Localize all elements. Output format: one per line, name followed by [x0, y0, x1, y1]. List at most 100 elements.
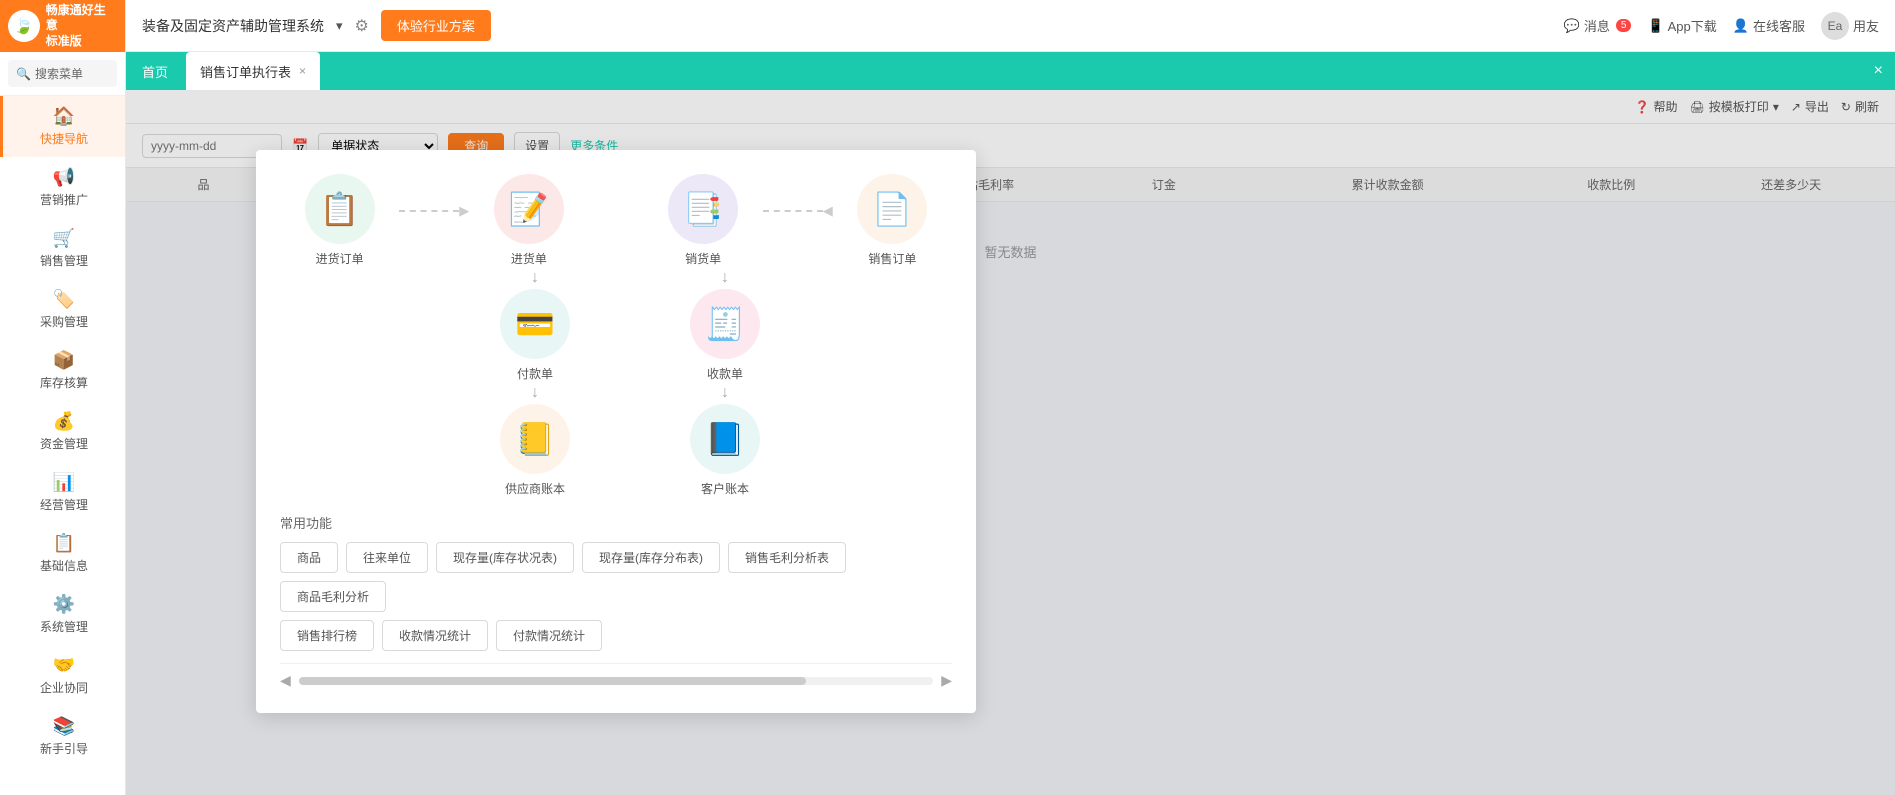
- purchase-order-icon: 📋: [320, 190, 360, 228]
- flow-node-purchase-order: 📋 进货订单: [280, 174, 399, 267]
- tab-home[interactable]: 首页: [126, 52, 184, 90]
- sidebar-item-operations[interactable]: 📊 经营管理: [0, 462, 125, 523]
- popup-scrollbar: ◀ ▶: [280, 663, 952, 689]
- arrow-h-2: ◀: [763, 203, 833, 239]
- purchase-bill-label: 进货单: [511, 250, 547, 267]
- func-btn-sales-gross[interactable]: 销售毛利分析表: [728, 542, 846, 573]
- app-download-button[interactable]: 📱 App下载: [1647, 16, 1716, 35]
- scrollbar-track[interactable]: [299, 677, 933, 685]
- sidebar-item-quick-nav[interactable]: 🏠 快捷导航: [0, 96, 125, 157]
- online-service-button[interactable]: 👤 在线客服: [1733, 16, 1805, 35]
- common-functions-title: 常用功能: [280, 513, 952, 532]
- func-btn-product-gross[interactable]: 商品毛利分析: [280, 581, 386, 612]
- function-buttons-row-2: 销售排行榜 收款情况统计 付款情况统计: [280, 620, 952, 651]
- flow-diagram: 📋 进货订单 ▶ 📝 进货单: [280, 174, 952, 497]
- message-icon: 💬: [1564, 18, 1580, 34]
- user-avatar: Ea: [1821, 12, 1849, 40]
- func-btn-sales-rank[interactable]: 销售排行榜: [280, 620, 374, 651]
- arrow-row-down: ↓ ↓: [280, 267, 952, 289]
- func-btn-payment-stats[interactable]: 付款情况统计: [496, 620, 602, 651]
- handshake-icon: 🤝: [53, 655, 75, 676]
- chart-icon: 📊: [53, 472, 75, 493]
- system-title: 装备及固定资产辅助管理系统: [142, 16, 324, 36]
- supplier-account-circle[interactable]: 📒: [500, 404, 570, 474]
- flow-node-customer-account: 📘 客户账本: [660, 404, 790, 497]
- sidebar: 🍃 畅康通好生意 标准版 🔍 搜索菜单 🏠 快捷导航 📢 营销推广 🛒: [0, 0, 126, 795]
- payment-bill-circle[interactable]: 💳: [500, 289, 570, 359]
- func-btn-stock-dist[interactable]: 现存量(库存分布表): [582, 542, 720, 573]
- sales-bill-circle[interactable]: 📑: [668, 174, 738, 244]
- flow-node-sales-order: 📄 销售订单: [833, 174, 952, 267]
- arrow-row-down-2: ↓ ↓: [280, 382, 952, 404]
- scroll-left-button[interactable]: ◀: [280, 672, 291, 689]
- sales-bill-icon: 📑: [683, 190, 723, 228]
- sidebar-item-inventory[interactable]: 📦 库存核算: [0, 340, 125, 401]
- sidebar-item-basic[interactable]: 📋 基础信息: [0, 523, 125, 584]
- arrow-down-sales: ↓: [660, 269, 790, 287]
- topbar-right: 💬 消息 5 📱 App下载 👤 在线客服 Ea 用友: [1564, 12, 1879, 40]
- close-all-tabs-button[interactable]: ×: [1862, 52, 1895, 90]
- purchase-bill-icon: 📝: [509, 190, 549, 228]
- payment-bill-label: 付款单: [517, 365, 553, 382]
- gear-icon: ⚙️: [53, 594, 75, 615]
- cart-icon: 🛒: [53, 228, 75, 249]
- sidebar-item-guide[interactable]: 📚 新手引导: [0, 706, 125, 767]
- clipboard-icon: 📋: [53, 533, 75, 554]
- search-icon: 🔍: [16, 67, 31, 81]
- arrow-down-payment: ↓: [470, 384, 600, 402]
- sidebar-item-enterprise[interactable]: 🤝 企业协同: [0, 645, 125, 706]
- payment-bill-icon: 💳: [515, 305, 555, 343]
- customer-account-circle[interactable]: 📘: [690, 404, 760, 474]
- main-content: 装备及固定资产辅助管理系统 ▾ ⚙ 体验行业方案 💬 消息 5 📱 App下载 …: [126, 0, 1895, 795]
- func-btn-stock-status[interactable]: 现存量(库存状况表): [436, 542, 574, 573]
- flow-row-3: 📒 供应商账本 📘 客户账本: [280, 404, 952, 497]
- tab-sales-order[interactable]: 销售订单执行表 ×: [186, 52, 320, 90]
- func-btn-receipt-stats[interactable]: 收款情况统计: [382, 620, 488, 651]
- flow-node-sales-bill: 📑 销货单: [644, 174, 763, 267]
- scrollbar-thumb[interactable]: [299, 677, 807, 685]
- message-button[interactable]: 💬 消息 5: [1564, 16, 1632, 35]
- sidebar-item-finance[interactable]: 💰 资金管理: [0, 401, 125, 462]
- supplier-account-label: 供应商账本: [505, 480, 565, 497]
- flow-popup: 📋 进货订单 ▶ 📝 进货单: [256, 150, 976, 713]
- sidebar-item-sales[interactable]: 🛒 销售管理: [0, 218, 125, 279]
- sales-order-circle[interactable]: 📄: [857, 174, 927, 244]
- close-all-icon: ×: [1874, 62, 1883, 80]
- purchase-order-label: 进货订单: [316, 250, 364, 267]
- home-icon: 🏠: [53, 106, 75, 127]
- flow-node-receipt-bill: 🧾 收款单: [660, 289, 790, 382]
- arrow-h-1: ▶: [399, 203, 469, 239]
- purchase-bill-circle[interactable]: 📝: [494, 174, 564, 244]
- logo-text: 畅康通好生意 标准版: [46, 3, 117, 50]
- flow-row-2: 💳 付款单 🧾 收款单: [280, 289, 952, 382]
- purchase-order-circle[interactable]: 📋: [305, 174, 375, 244]
- func-btn-counterpart[interactable]: 往来单位: [346, 542, 428, 573]
- search-menu-button[interactable]: 🔍 搜索菜单: [8, 60, 117, 87]
- scroll-right-button[interactable]: ▶: [941, 672, 952, 689]
- common-functions: 常用功能 商品 往来单位 现存量(库存状况表) 现存量(库存分布表) 销售毛利分…: [280, 513, 952, 651]
- customer-account-label: 客户账本: [701, 480, 749, 497]
- service-icon: 👤: [1733, 18, 1749, 34]
- dashed-arrow-1: [399, 210, 459, 212]
- tab-close-icon[interactable]: ×: [299, 64, 306, 78]
- sales-order-label: 销售订单: [868, 250, 916, 267]
- experience-button[interactable]: 体验行业方案: [381, 10, 491, 41]
- logo-area: 🍃 畅康通好生意 标准版: [0, 0, 125, 52]
- user-area[interactable]: Ea 用友: [1821, 12, 1879, 40]
- receipt-bill-circle[interactable]: 🧾: [690, 289, 760, 359]
- download-icon: 📱: [1647, 18, 1663, 34]
- settings-icon[interactable]: ⚙: [355, 16, 369, 36]
- sidebar-search-area: 🔍 搜索菜单: [0, 52, 125, 96]
- tabbar: 首页 销售订单执行表 × ×: [126, 52, 1895, 90]
- arrow-down-purchase: ↓: [470, 269, 600, 287]
- sidebar-item-system[interactable]: ⚙️ 系统管理: [0, 584, 125, 645]
- function-buttons-row-1: 商品 往来单位 现存量(库存状况表) 现存量(库存分布表) 销售毛利分析表 商品…: [280, 542, 952, 612]
- func-btn-product[interactable]: 商品: [280, 542, 338, 573]
- system-dropdown[interactable]: ▾: [336, 18, 343, 34]
- sidebar-nav: 🏠 快捷导航 📢 营销推广 🛒 销售管理 🏷️ 采购管理 📦 库存核算 💰: [0, 96, 125, 795]
- sidebar-item-purchase[interactable]: 🏷️ 采购管理: [0, 279, 125, 340]
- sidebar-item-marketing[interactable]: 📢 营销推广: [0, 157, 125, 218]
- page-body: ❓ 帮助 🖨 按模板打印 ▾ ↗ 导出 ↻ 刷新: [126, 90, 1895, 795]
- flow-row-1: 📋 进货订单 ▶ 📝 进货单: [280, 174, 952, 267]
- customer-account-icon: 📘: [705, 420, 745, 458]
